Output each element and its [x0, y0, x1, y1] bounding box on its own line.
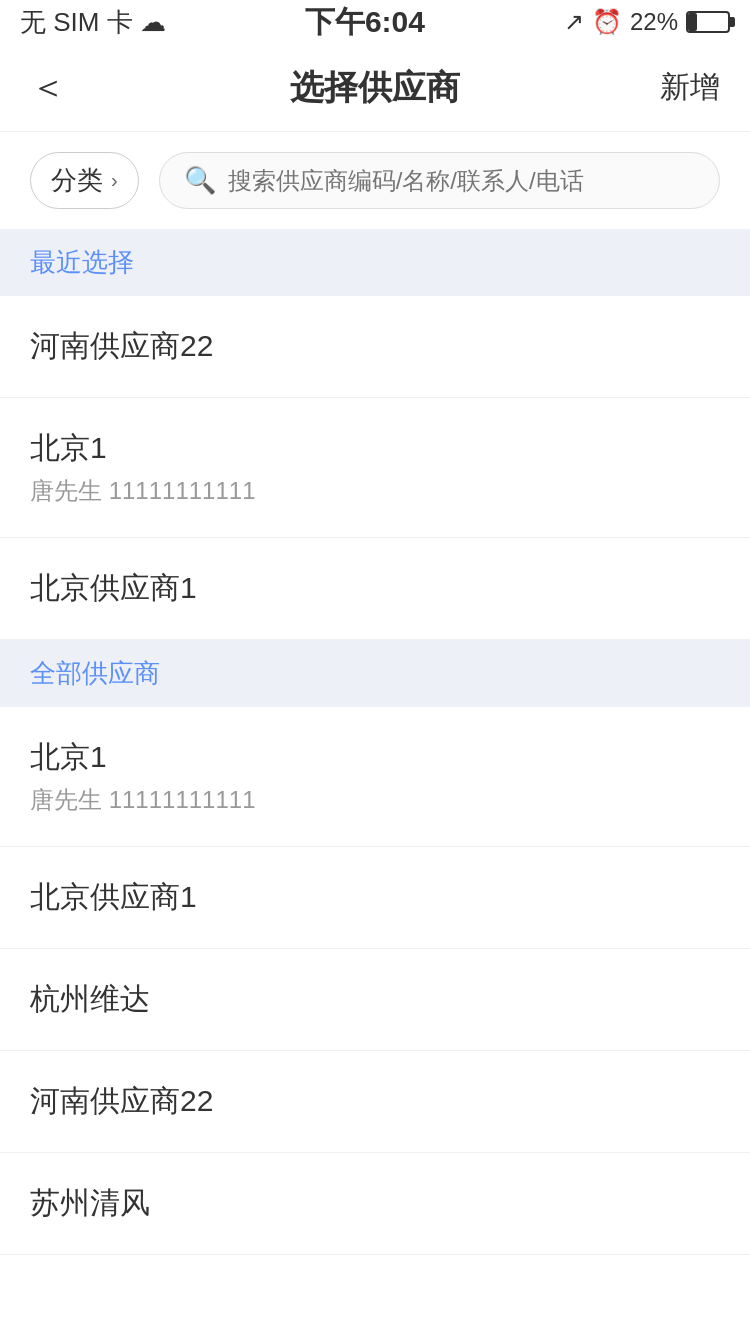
add-button[interactable]: 新增: [640, 67, 720, 108]
search-input[interactable]: [228, 167, 695, 195]
page-title: 选择供应商: [290, 65, 460, 111]
item-name: 北京供应商1: [30, 877, 720, 918]
item-name: 河南供应商22: [30, 1081, 720, 1122]
item-name: 苏州清风: [30, 1183, 720, 1224]
back-button[interactable]: ＜: [30, 63, 110, 112]
all-list-item[interactable]: 苏州清风: [0, 1153, 750, 1255]
all-section-header: 全部供应商: [0, 640, 750, 707]
recent-list-item[interactable]: 河南供应商22: [0, 296, 750, 398]
alarm-icon: ⏰: [592, 8, 622, 36]
search-icon: 🔍: [184, 165, 216, 196]
all-items-list: 北京1 唐先生 11111111111 北京供应商1 杭州维达河南供应商22 苏州清风: [0, 707, 750, 1255]
location-icon: ↗: [564, 8, 584, 36]
all-list-item[interactable]: 北京1 唐先生 11111111111: [0, 707, 750, 847]
battery-icon: [686, 11, 730, 33]
battery-percent: 22%: [630, 8, 678, 36]
recent-list-item[interactable]: 北京供应商1: [0, 538, 750, 640]
item-sub: 唐先生 11111111111: [30, 784, 720, 816]
item-name: 北京1: [30, 428, 720, 469]
all-list-item[interactable]: 河南供应商22: [0, 1051, 750, 1153]
category-label: 分类: [51, 163, 103, 198]
item-name: 北京供应商1: [30, 568, 720, 609]
recent-section-header: 最近选择: [0, 229, 750, 296]
chevron-right-icon: ›: [111, 169, 118, 192]
recent-items-list: 河南供应商22 北京1 唐先生 11111111111 北京供应商1: [0, 296, 750, 640]
status-time: 下午6:04: [305, 2, 425, 43]
filter-bar: 分类 › 🔍: [0, 132, 750, 229]
status-right: ↗ ⏰ 22%: [564, 8, 730, 36]
recent-section-label: 最近选择: [30, 247, 134, 277]
search-box[interactable]: 🔍: [159, 152, 720, 209]
status-bar: 无 SIM 卡 ☁ 下午6:04 ↗ ⏰ 22%: [0, 0, 750, 44]
all-section-label: 全部供应商: [30, 658, 160, 688]
sim-status: 无 SIM 卡 ☁: [20, 5, 166, 40]
all-list-item[interactable]: 杭州维达: [0, 949, 750, 1051]
all-list-item[interactable]: 北京供应商1: [0, 847, 750, 949]
item-name: 河南供应商22: [30, 326, 720, 367]
category-button[interactable]: 分类 ›: [30, 152, 139, 209]
item-name: 北京1: [30, 737, 720, 778]
item-sub: 唐先生 11111111111: [30, 475, 720, 507]
item-name: 杭州维达: [30, 979, 720, 1020]
status-left: 无 SIM 卡 ☁: [20, 5, 166, 40]
nav-bar: ＜ 选择供应商 新增: [0, 44, 750, 132]
recent-list-item[interactable]: 北京1 唐先生 11111111111: [0, 398, 750, 538]
